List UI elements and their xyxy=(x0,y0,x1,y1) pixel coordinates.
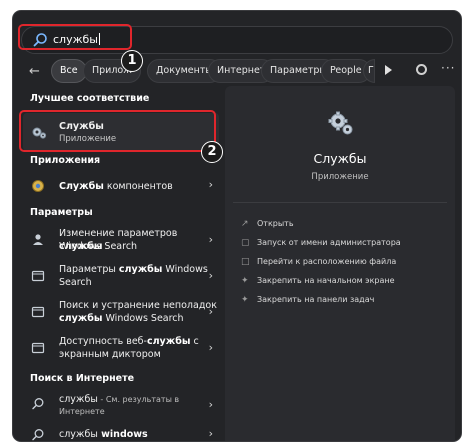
arrow-left-icon[interactable]: ← xyxy=(29,65,43,79)
chevron-right-icon[interactable]: › xyxy=(209,305,213,318)
preview-subtitle: Приложение xyxy=(311,172,369,182)
result-setting-search-service[interactable]: Изменение параметров службы Windows Sear… xyxy=(23,225,219,255)
chevron-right-icon[interactable]: › xyxy=(209,233,213,246)
result-label: Службы компонентов xyxy=(59,181,173,192)
section-best-match: Лучшее соответствие xyxy=(30,93,150,104)
highlight-search-box xyxy=(18,24,132,50)
gears-icon xyxy=(328,111,353,135)
result-label: Параметры службы Windows xyxy=(59,264,208,275)
pin-icon: ✦ xyxy=(241,295,249,305)
section-apps: Приложения xyxy=(30,155,101,166)
result-label-line2: Интернете xyxy=(59,407,105,416)
chevron-right-icon[interactable]: › xyxy=(209,427,213,440)
section-web: Поиск в Интернете xyxy=(30,373,135,384)
filter-all[interactable]: Все xyxy=(51,59,87,83)
component-services-icon xyxy=(32,180,44,192)
result-setting-narrator[interactable]: Доступность веб-службы с экранным диктор… xyxy=(23,333,219,363)
result-label-line2: службы Windows Search xyxy=(59,313,184,324)
step-marker-2: 2 xyxy=(201,141,223,163)
result-web-1[interactable]: службы - См. результаты в Интернете › xyxy=(23,391,219,419)
shield-icon: ▢ xyxy=(241,238,250,248)
chevron-right-icon[interactable]: › xyxy=(209,398,213,411)
chevron-right-icon[interactable]: › xyxy=(209,178,213,191)
divider xyxy=(233,202,447,203)
chevron-right-icon[interactable]: › xyxy=(209,269,213,282)
result-setting-troubleshoot[interactable]: Поиск и устранение неполадок службы Wind… xyxy=(23,297,219,327)
search-icon xyxy=(32,429,44,441)
section-settings: Параметры xyxy=(30,207,93,218)
person-settings-icon xyxy=(33,234,43,245)
result-label: Поиск и устранение неполадок xyxy=(59,300,217,311)
result-label: службы windows xyxy=(59,429,148,440)
result-setting-windows-search[interactable]: Параметры службы Windows Search › xyxy=(23,261,219,291)
result-component-services[interactable]: Службы компонентов › xyxy=(23,175,219,197)
step-marker-1: 1 xyxy=(121,50,143,72)
result-label: службы - См. результаты в xyxy=(59,394,180,405)
more-icon[interactable]: ··· xyxy=(441,61,455,75)
open-icon: ↗ xyxy=(241,219,249,229)
result-label: Доступность веб-службы с xyxy=(59,336,199,347)
chevron-right-icon[interactable]: › xyxy=(209,341,213,354)
account-icon[interactable] xyxy=(416,64,427,75)
result-label-line2: Windows Search xyxy=(59,241,138,252)
pin-icon: ✦ xyxy=(241,276,249,286)
result-label-line2: Search xyxy=(59,277,92,288)
search-window: службы ← Все Прилож Документы Интернет П… xyxy=(13,11,461,441)
settings-window-icon xyxy=(31,270,45,282)
preview-panel: Службы Приложение ↗ Открыть ▢ Запуск от … xyxy=(225,86,455,441)
highlight-best-match xyxy=(19,110,216,152)
result-web-2[interactable]: службы windows › xyxy=(23,423,219,441)
search-icon xyxy=(32,398,44,410)
folder-icon: □ xyxy=(241,257,250,267)
play-icon[interactable] xyxy=(385,65,392,75)
settings-window-icon xyxy=(31,306,45,318)
settings-window-icon xyxy=(31,342,45,354)
result-label-line2: экранным диктором xyxy=(59,349,161,360)
preview-title: Службы xyxy=(313,151,367,166)
